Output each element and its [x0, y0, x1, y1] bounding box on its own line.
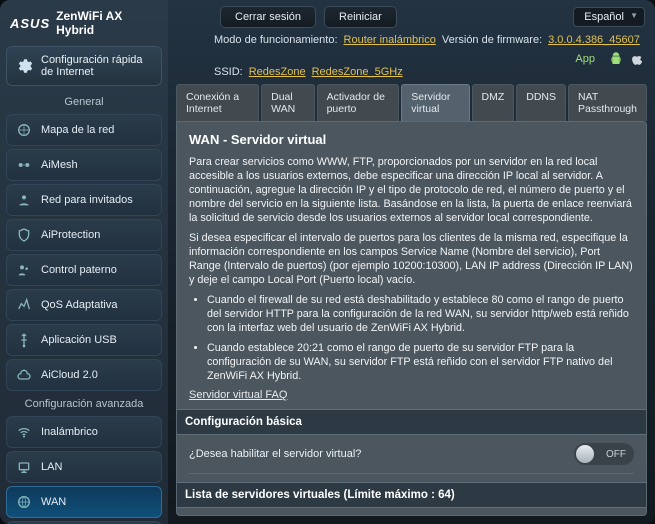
- intro-p2: Si desea especificar el intervalo de pue…: [189, 231, 634, 287]
- faq-link[interactable]: Servidor virtual FAQ: [189, 389, 287, 401]
- sidebar-item-wan[interactable]: WAN: [6, 486, 162, 518]
- sidebar-item-label: Mapa de la red: [41, 124, 114, 136]
- sidebar-item-netmap[interactable]: Mapa de la red: [6, 114, 162, 146]
- wireless-icon: [15, 423, 33, 441]
- section-general: General: [4, 92, 164, 114]
- android-icon[interactable]: [609, 52, 623, 66]
- language-select[interactable]: Español: [573, 7, 645, 27]
- tab-1[interactable]: Dual WAN: [261, 84, 314, 121]
- guest-icon: [15, 191, 33, 209]
- enable-vs-toggle[interactable]: OFF: [574, 443, 634, 465]
- ssid2-link[interactable]: RedesZone_5GHz: [312, 66, 403, 78]
- asus-logo: ASUS: [10, 16, 50, 31]
- usb-icon: [15, 331, 33, 349]
- sidebar-item-label: AiCloud 2.0: [41, 369, 98, 381]
- content-panel: WAN - Servidor virtual Para crear servic…: [176, 121, 647, 516]
- model-name: ZenWiFi AX Hybrid: [56, 9, 158, 37]
- sidebar-item-aimesh[interactable]: AiMesh: [6, 149, 162, 181]
- col-3: Dirección IP interna: [361, 514, 426, 516]
- col-1: Puerto externo: [255, 514, 307, 516]
- sidebar-item-label: AiProtection: [41, 229, 100, 241]
- col-7: Eliminar: [588, 514, 632, 516]
- quick-setup-button[interactable]: Configuración rápida de Internet: [6, 46, 162, 86]
- sidebar-item-aiprot[interactable]: AiProtection: [6, 219, 162, 251]
- sidebar-item-label: QoS Adaptativa: [41, 299, 117, 311]
- sidebar-item-lan[interactable]: LAN: [6, 451, 162, 483]
- bullet-2: Cuando establece 20:21 como el rango de …: [207, 341, 634, 383]
- wan-icon: [15, 493, 33, 511]
- sidebar-item-usb[interactable]: Aplicación USB: [6, 324, 162, 356]
- app-link[interactable]: App: [575, 53, 595, 65]
- col-4: Protocolo: [428, 514, 478, 516]
- sidebar-item-label: WAN: [41, 496, 66, 508]
- col-6: Editar: [552, 514, 586, 516]
- quick-setup-label: Configuración rápida de Internet: [41, 54, 153, 78]
- sidebar-item-guest[interactable]: Red para invitados: [6, 184, 162, 216]
- section-advanced: Configuración avanzada: [4, 394, 164, 416]
- sidebar-item-label: LAN: [41, 461, 62, 473]
- gear-icon: [15, 56, 33, 76]
- sidebar-item-aicloud[interactable]: AiCloud 2.0: [6, 359, 162, 391]
- ssid-label: SSID:: [214, 66, 243, 78]
- sidebar-item-parental[interactable]: Control paterno: [6, 254, 162, 286]
- netmap-icon: [15, 121, 33, 139]
- bullet-1: Cuando el firewall de su red está deshab…: [207, 293, 634, 335]
- lan-icon: [15, 458, 33, 476]
- aicloud-icon: [15, 366, 33, 384]
- col-0: Nombre del servicio: [191, 514, 253, 516]
- logout-button[interactable]: Cerrar sesión: [220, 6, 316, 28]
- intro-p1: Para crear servicios como WWW, FTP, prop…: [189, 155, 634, 225]
- ssid1-link[interactable]: RedesZone: [249, 66, 306, 78]
- aiprot-icon: [15, 226, 33, 244]
- sidebar-item-label: AiMesh: [41, 159, 78, 171]
- sidebar-item-label: Red para invitados: [41, 194, 133, 206]
- sidebar-item-qos[interactable]: QoS Adaptativa: [6, 289, 162, 321]
- fw-label: Versión de firmware:: [442, 34, 542, 46]
- reboot-button[interactable]: Reiniciar: [324, 6, 397, 28]
- tab-2[interactable]: Activador de puerto: [317, 84, 400, 121]
- page-title: WAN - Servidor virtual: [189, 132, 634, 147]
- op-mode-link[interactable]: Router inalámbrico: [344, 34, 436, 46]
- brand: ASUS ZenWiFi AX Hybrid: [4, 4, 164, 42]
- col-2: Puerto interno: [309, 514, 359, 516]
- server-table: Nombre del servicioPuerto externoPuerto …: [189, 512, 634, 516]
- tab-5[interactable]: DDNS: [516, 84, 566, 121]
- tab-6[interactable]: NAT Passthrough: [568, 84, 647, 121]
- fw-link[interactable]: 3.0.0.4.386_45607: [548, 34, 640, 46]
- qos-icon: [15, 296, 33, 314]
- basic-config-header: Configuración básica: [177, 409, 646, 435]
- tab-4[interactable]: DMZ: [472, 84, 515, 121]
- tab-3[interactable]: Servidor virtual: [401, 84, 469, 121]
- sidebar-item-label: Control paterno: [41, 264, 117, 276]
- parental-icon: [15, 261, 33, 279]
- enable-vs-label: ¿Desea habilitar el servidor virtual?: [189, 448, 574, 460]
- tab-0[interactable]: Conexión a Internet: [176, 84, 259, 121]
- server-list-header: Lista de servidores virtuales (Límite má…: [177, 482, 646, 508]
- sidebar-item-label: Aplicación USB: [41, 334, 117, 346]
- op-mode-label: Modo de funcionamiento:: [214, 34, 338, 46]
- aimesh-icon: [15, 156, 33, 174]
- col-5: Dirección IP de origen: [481, 514, 550, 516]
- apple-icon[interactable]: [631, 52, 645, 66]
- sidebar-item-label: Inalámbrico: [41, 426, 98, 438]
- sidebar-item-wireless[interactable]: Inalámbrico: [6, 416, 162, 448]
